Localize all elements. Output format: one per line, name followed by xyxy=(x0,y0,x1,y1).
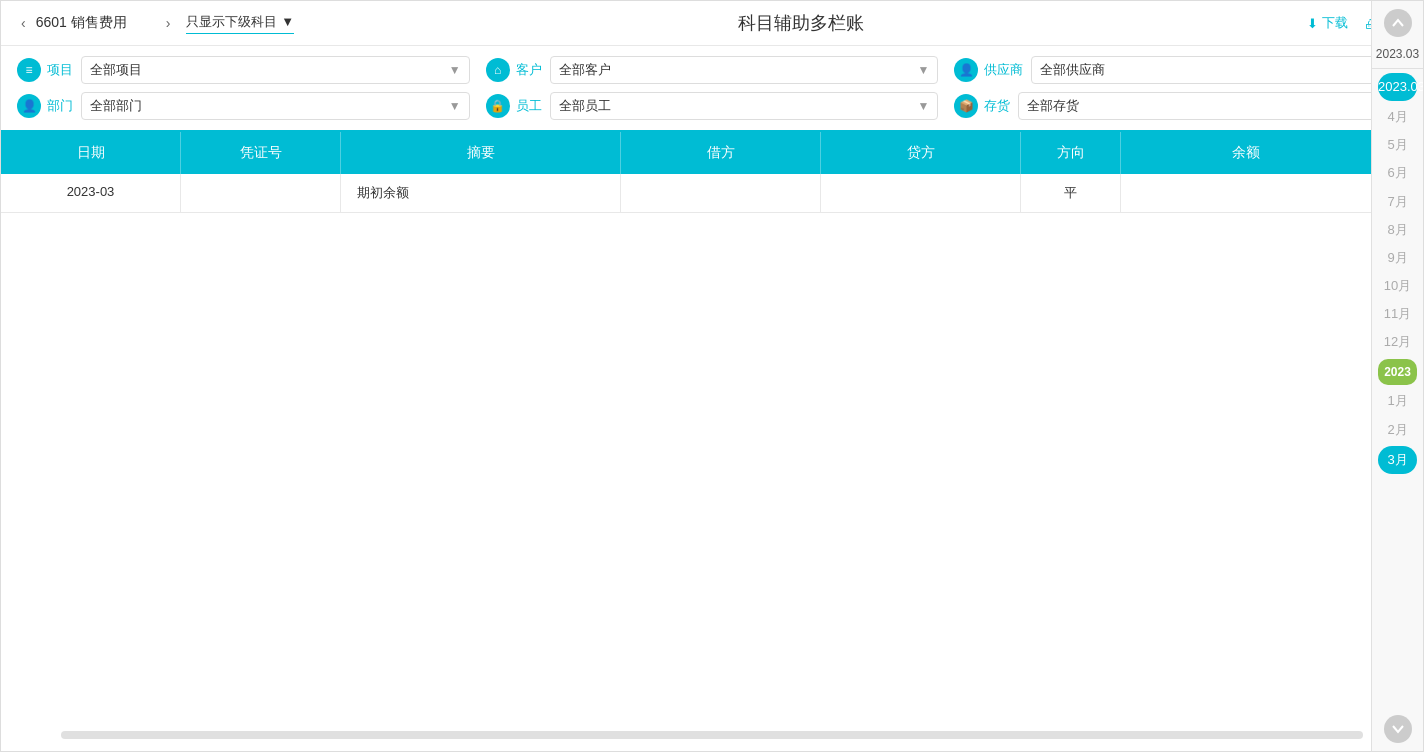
prev-account-button[interactable]: ‹ xyxy=(17,13,30,33)
timeline-month-7[interactable]: 7月 xyxy=(1372,188,1423,216)
timeline-month-5[interactable]: 5月 xyxy=(1372,131,1423,159)
timeline-month-2023-03-header[interactable]: 2023.03 xyxy=(1372,41,1423,69)
timeline-month-4[interactable]: 4月 xyxy=(1372,103,1423,131)
inventory-label: 📦 存货 xyxy=(954,94,1010,118)
side-timeline: 2023.03 2023.03 4月 5月 6月 7月 8月 9月 10月 11… xyxy=(1371,1,1423,751)
timeline-month-2[interactable]: 2月 xyxy=(1372,416,1423,444)
col-balance: 余额 xyxy=(1121,132,1371,174)
customer-select[interactable]: 全部客户 ▼ xyxy=(550,56,939,84)
download-label: 下载 xyxy=(1322,14,1348,32)
timeline-up-button[interactable] xyxy=(1384,9,1412,37)
col-debit: 借方 xyxy=(621,132,821,174)
project-icon: ≡ xyxy=(17,58,41,82)
cell-debit xyxy=(621,174,821,212)
header: ‹ 6601 销售费用 › 只显示下级科目 ▼ 科目辅助多栏账 ⬇ 下载 🖨 打… xyxy=(1,1,1423,46)
supplier-select[interactable]: 全部供应商 ▼ xyxy=(1031,56,1407,84)
supplier-label: 👤 供应商 xyxy=(954,58,1023,82)
timeline-month-6[interactable]: 6月 xyxy=(1372,159,1423,187)
department-label: 👤 部门 xyxy=(17,94,73,118)
inventory-icon: 📦 xyxy=(954,94,978,118)
data-table: 日期 凭证号 摘要 借方 贷方 方向 余额 2023-03 期初余额 平 xyxy=(1,130,1371,213)
employee-select-arrow-icon: ▼ xyxy=(917,99,929,113)
supplier-filter: 👤 供应商 全部供应商 ▼ xyxy=(954,56,1407,84)
account-code-label: 6601 销售费用 xyxy=(36,14,156,32)
horizontal-scrollbar[interactable] xyxy=(61,731,1363,739)
project-label: ≡ 项目 xyxy=(17,58,73,82)
department-select-arrow-icon: ▼ xyxy=(449,99,461,113)
show-sub-dropdown[interactable]: 只显示下级科目 ▼ xyxy=(186,13,294,34)
table-body: 2023-03 期初余额 平 xyxy=(1,174,1371,213)
cell-date: 2023-03 xyxy=(1,174,181,212)
col-date: 日期 xyxy=(1,132,181,174)
customer-icon: ⌂ xyxy=(486,58,510,82)
col-credit: 贷方 xyxy=(821,132,1021,174)
show-sub-label: 只显示下级科目 xyxy=(186,13,277,31)
cell-summary: 期初余额 xyxy=(341,174,621,212)
cell-balance xyxy=(1121,174,1371,212)
timeline-month-10[interactable]: 10月 xyxy=(1372,272,1423,300)
col-voucher: 凭证号 xyxy=(181,132,341,174)
department-select[interactable]: 全部部门 ▼ xyxy=(81,92,470,120)
show-sub-arrow-icon: ▼ xyxy=(281,14,294,29)
download-icon: ⬇ xyxy=(1307,16,1318,31)
inventory-filter: 📦 存货 全部存货 ▼ xyxy=(954,92,1407,120)
table-row: 2023-03 期初余额 平 xyxy=(1,174,1371,213)
timeline-down-button[interactable] xyxy=(1384,715,1412,743)
employee-icon: 🔒 xyxy=(486,94,510,118)
timeline-month-9[interactable]: 9月 xyxy=(1372,244,1423,272)
department-filter: 👤 部门 全部部门 ▼ xyxy=(17,92,470,120)
timeline-month-11[interactable]: 11月 xyxy=(1372,300,1423,328)
supplier-icon: 👤 xyxy=(954,58,978,82)
department-icon: 👤 xyxy=(17,94,41,118)
timeline-month-2023-03[interactable]: 2023.03 xyxy=(1378,73,1417,101)
inventory-select[interactable]: 全部存货 ▼ xyxy=(1018,92,1407,120)
timeline-year-2023[interactable]: 2023 xyxy=(1378,359,1417,386)
cell-credit xyxy=(821,174,1021,212)
main-window: ‹ 6601 销售费用 › 只显示下级科目 ▼ 科目辅助多栏账 ⬇ 下载 🖨 打… xyxy=(0,0,1424,752)
employee-label: 🔒 员工 xyxy=(486,94,542,118)
account-navigation: ‹ 6601 销售费用 › xyxy=(17,13,174,33)
customer-label: ⌂ 客户 xyxy=(486,58,542,82)
cell-voucher xyxy=(181,174,341,212)
customer-select-arrow-icon: ▼ xyxy=(917,63,929,77)
project-select[interactable]: 全部项目 ▼ xyxy=(81,56,470,84)
filter-area: ≡ 项目 全部项目 ▼ ⌂ 客户 全部客户 ▼ 👤 供应商 xyxy=(1,46,1423,130)
timeline-month-12[interactable]: 12月 xyxy=(1372,328,1423,356)
page-title: 科目辅助多栏账 xyxy=(306,11,1295,35)
timeline-month-1[interactable]: 1月 xyxy=(1372,387,1423,415)
project-select-arrow-icon: ▼ xyxy=(449,63,461,77)
timeline-month-8[interactable]: 8月 xyxy=(1372,216,1423,244)
employee-select[interactable]: 全部员工 ▼ xyxy=(550,92,939,120)
cell-direction: 平 xyxy=(1021,174,1121,212)
col-direction: 方向 xyxy=(1021,132,1121,174)
next-account-button[interactable]: › xyxy=(162,13,175,33)
timeline-month-3-active[interactable]: 3月 xyxy=(1378,446,1417,474)
customer-filter: ⌂ 客户 全部客户 ▼ xyxy=(486,56,939,84)
download-button[interactable]: ⬇ 下载 xyxy=(1307,14,1348,32)
project-filter: ≡ 项目 全部项目 ▼ xyxy=(17,56,470,84)
table-header: 日期 凭证号 摘要 借方 贷方 方向 余额 xyxy=(1,132,1371,174)
col-summary: 摘要 xyxy=(341,132,621,174)
employee-filter: 🔒 员工 全部员工 ▼ xyxy=(486,92,939,120)
